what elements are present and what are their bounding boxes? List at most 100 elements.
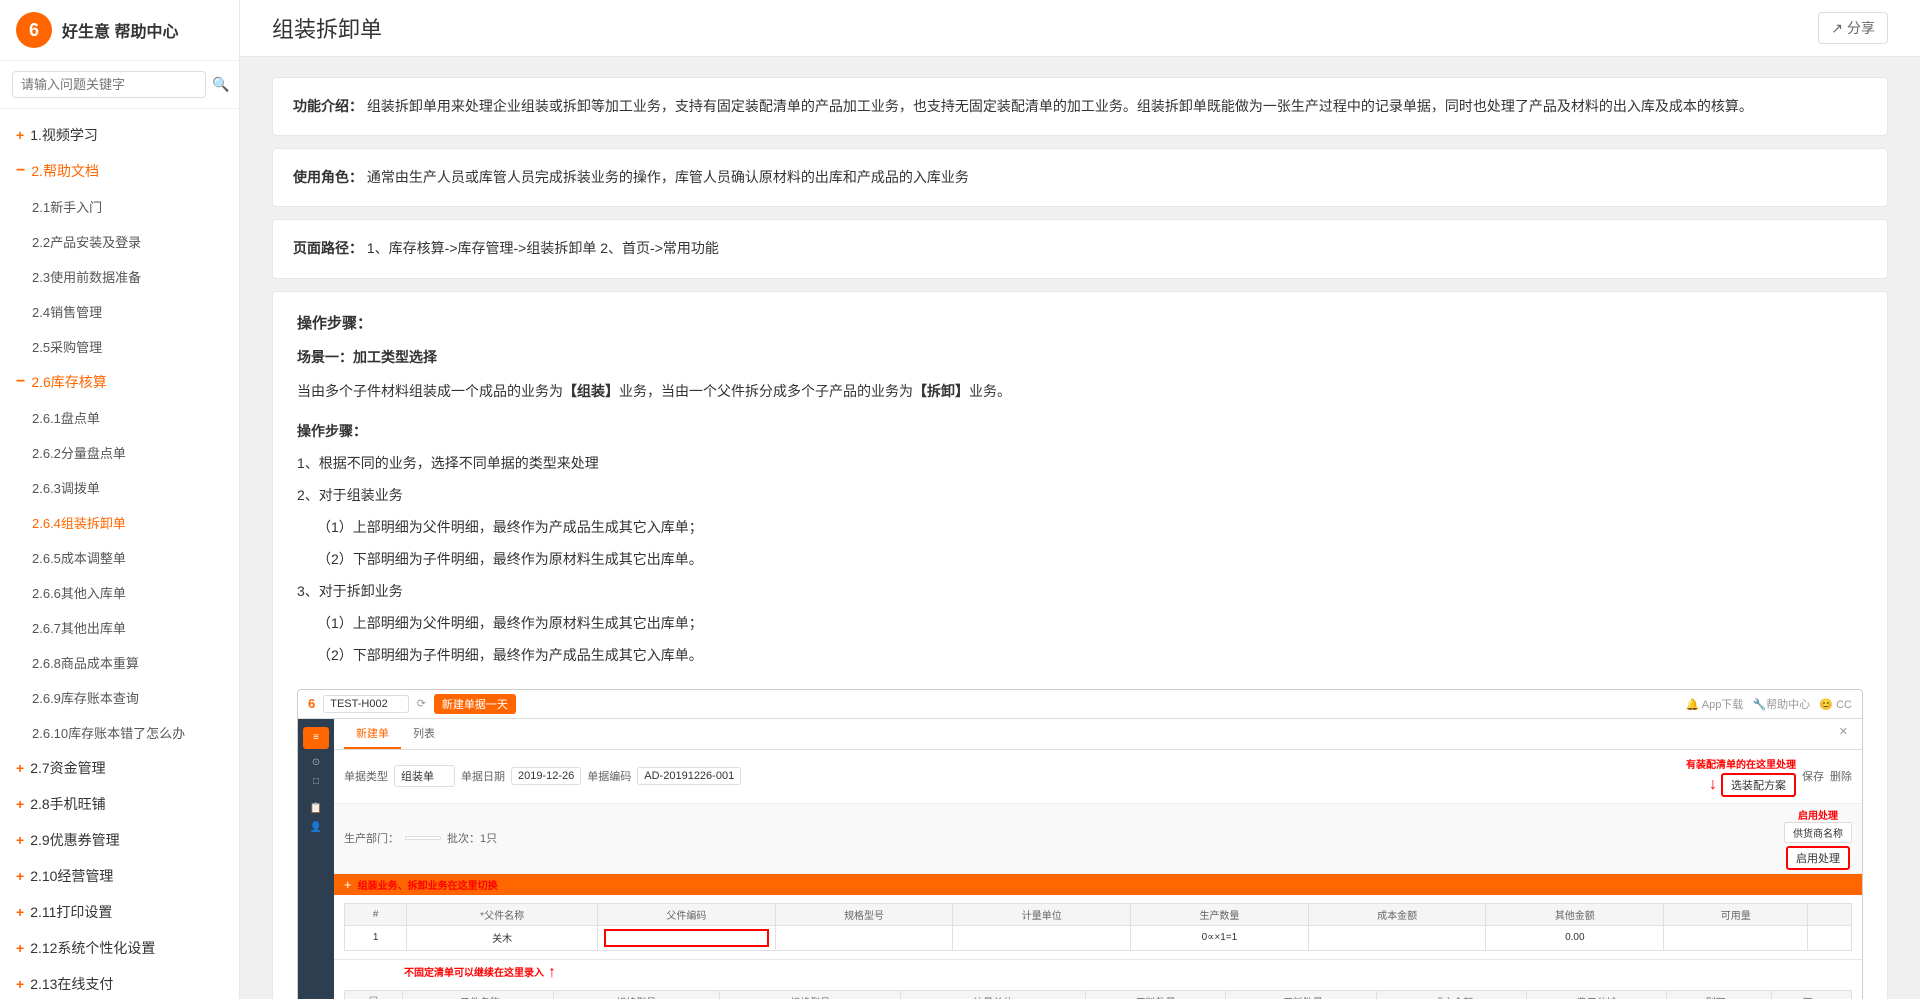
mock-th-unit: 计量单位 — [953, 903, 1131, 925]
nav-label: 2.4销售管理 — [32, 302, 102, 321]
sidebar-item-system[interactable]: + 2.12系统个性化设置 — [0, 930, 239, 966]
sidebar-item-inventory[interactable]: − 2.6库存核算 — [0, 364, 239, 400]
sidebar-item-other-out[interactable]: 2.6.7其他出库单 — [0, 610, 239, 645]
sidebar-item-assembly[interactable]: 2.6.4组装拆卸单 — [0, 505, 239, 540]
sidebar-item-video[interactable]: + 1.视频学习 — [0, 117, 239, 153]
mock-save-btn[interactable]: 保存 — [1802, 768, 1824, 784]
mock-td-qty: 0∝×1=1 — [1131, 925, 1309, 950]
intro-text: 组装拆卸单用来处理企业组装或拆卸等加工业务，支持有固定装配清单的产品加工业务，也… — [367, 98, 1753, 114]
mock-th-avail: 可用量 — [1664, 903, 1808, 925]
search-icon[interactable]: 🔍 — [212, 76, 229, 93]
sidebar-item-sales[interactable]: 2.4销售管理 — [0, 294, 239, 329]
sidebar-item-other-in[interactable]: 2.6.6其他入库单 — [0, 575, 239, 610]
table-row: 1 关木 0∝×1=1 — [345, 925, 1852, 950]
sidebar-item-finance[interactable]: + 2.7资金管理 — [0, 750, 239, 786]
mock-org-select: TEST-H002 — [323, 695, 408, 713]
sidebar-item-stocktake[interactable]: 2.6.1盘点单 — [0, 400, 239, 435]
mock-lth-u: 取U — [1772, 990, 1852, 999]
mock-th-action — [1808, 903, 1852, 925]
nav-label: 2.6.4组装拆卸单 — [32, 513, 126, 532]
sidebar-item-coupon[interactable]: + 2.9优惠券管理 — [0, 822, 239, 858]
sidebar-item-split-stock[interactable]: 2.6.2分量盘点单 — [0, 435, 239, 470]
sidebar-item-stock-check[interactable]: 2.6.9库存账本查询 — [0, 680, 239, 715]
mock-td-num: 1 — [345, 925, 407, 950]
step2: 2、对于组装业务 — [297, 481, 1863, 509]
ops-title: 操作步骤： — [297, 312, 1863, 333]
sidebar-item-cost-adjust[interactable]: 2.6.5成本调整单 — [0, 540, 239, 575]
step2-1: （1）上部明细为父件明细，最终作为产成品生成其它入库单； — [297, 513, 1863, 541]
annotation2: 组装业务、拆卸业务在这里切换 — [358, 877, 498, 892]
sidebar-item-mobile[interactable]: + 2.8手机旺铺 — [0, 786, 239, 822]
mock-new-btn: 新建单据一天 — [434, 694, 516, 714]
nav-label: 2.6.2分量盘点单 — [32, 443, 126, 462]
nav-label: 2.6.5成本调整单 — [32, 548, 126, 567]
mock-supplier-input: 供货商名称 — [1784, 822, 1852, 843]
mock-date-label: 单据日期 — [461, 768, 505, 784]
intro-card: 功能介绍： 组装拆卸单用来处理企业组装或拆卸等加工业务，支持有固定装配清单的产品… — [272, 77, 1888, 136]
path-text: 1、库存核算->库存管理->组装拆卸单 2、首页->常用功能 — [367, 240, 719, 256]
mock-arrow-row: ↓ 选装配方案 — [1709, 773, 1796, 797]
search-box: 🔍 — [0, 61, 239, 109]
mock-tab-spacer — [447, 719, 1835, 749]
nav-label: 2.5采购管理 — [32, 337, 102, 356]
sidebar-header: 6 好生意 帮助中心 — [0, 0, 239, 61]
app-title: 好生意 帮助中心 — [62, 18, 178, 42]
mock-th-other: 其他金额 — [1486, 903, 1664, 925]
mock-td-unit — [953, 925, 1131, 950]
mock-td-name: 关木 — [407, 925, 598, 950]
mock-nav-icon1: ≡ — [303, 727, 329, 749]
mock-process-btn[interactable]: 启用处理 — [1786, 846, 1850, 870]
sidebar-item-docs[interactable]: − 2.帮助文档 — [0, 153, 239, 189]
share-button[interactable]: ↗ 分享 — [1818, 12, 1888, 44]
arrow-down-icon: ↓ — [1709, 776, 1717, 794]
sidebar-item-new-user[interactable]: 2.1新手入门 — [0, 189, 239, 224]
mock-main-panel: 新建单 列表 ✕ 单据类型 组装单 单据日期 2019-12-26 — [334, 719, 1862, 999]
mock-subinfo-text: 生产部门： — [344, 830, 399, 846]
sidebar-item-purchase[interactable]: 2.5采购管理 — [0, 329, 239, 364]
mock-tab-list: 列表 — [401, 719, 447, 749]
mock-lower-section: 不固定清单可以继续在这里录入 ↑ ☐ *子件名称 — [334, 959, 1862, 999]
sidebar-item-online-pay[interactable]: + 2.13在线支付 — [0, 966, 239, 999]
mock-subinfo-row: 生产部门： 批次：1只 启用处理 供货商名称 启用处理 — [334, 803, 1862, 874]
mock-dept-input — [405, 836, 441, 840]
sidebar-item-adjust[interactable]: 2.6.3调拨单 — [0, 470, 239, 505]
mock-lth-cost: *成本金额 — [1376, 990, 1526, 999]
sidebar-item-cost-calc[interactable]: 2.6.8商品成本重算 — [0, 645, 239, 680]
nav-label: 2.6.1盘点单 — [32, 408, 100, 427]
mock-code-cell-input — [604, 929, 769, 947]
mock-nav-icon4: 📋 — [310, 803, 322, 814]
nav-label: 2.9优惠券管理 — [30, 830, 119, 850]
sidebar-item-print[interactable]: + 2.11打印设置 — [0, 894, 239, 930]
mock-type-label: 单据类型 — [344, 768, 388, 784]
plus-icon: + — [16, 940, 24, 956]
path-label: 页面路径： — [293, 240, 363, 256]
mock-lth-qty1: 用料数量 — [1086, 990, 1226, 999]
arrow4-icon: ↑ — [548, 964, 556, 982]
sidebar-item-ops[interactable]: + 2.10经营管理 — [0, 858, 239, 894]
nav-label: 2.6.10库存账本错了怎么办 — [32, 723, 185, 742]
annotation4: 不固定清单可以继续在这里录入 — [404, 964, 544, 979]
nav-label: 2.7资金管理 — [30, 758, 105, 778]
nav-label: 2.6.3调拨单 — [32, 478, 100, 497]
mock-delete-btn[interactable]: 删除 — [1830, 768, 1852, 784]
steps-sub-title: 操作步骤： — [297, 417, 1863, 445]
mock-td-code — [598, 925, 776, 950]
mock-tabs: 新建单 列表 ✕ — [334, 719, 1862, 750]
sidebar-item-stock-error[interactable]: 2.6.10库存账本错了怎么办 — [0, 715, 239, 750]
mock-lth-unit: 计量单位 — [901, 990, 1086, 999]
plus-icon: + — [16, 976, 24, 992]
mock-code-label: 单据编码 — [587, 768, 631, 784]
sidebar-item-install[interactable]: 2.2产品安装及登录 — [0, 224, 239, 259]
nav-label: 2.3使用前数据准备 — [32, 267, 141, 286]
search-input[interactable] — [12, 71, 206, 98]
mock-sync-icon: ⟳ — [417, 697, 426, 710]
mock-lth-spec: 规格型号 — [720, 990, 901, 999]
sidebar-item-data-prep[interactable]: 2.3使用前数据准备 — [0, 259, 239, 294]
path-card: 页面路径： 1、库存核算->库存管理->组装拆卸单 2、首页->常用功能 — [272, 219, 1888, 278]
mock-count-label: 批次：1只 — [447, 830, 497, 846]
mock-process-area: 启用处理 供货商名称 启用处理 — [1784, 807, 1852, 870]
page-title: 组装拆卸单 — [272, 12, 382, 44]
mock-th-cost: 成本金额 — [1308, 903, 1486, 925]
main-header: 组装拆卸单 ↗ 分享 — [240, 0, 1920, 57]
mock-left-icons: ≡ ⊙ □ 📋 👤 — [298, 719, 334, 999]
